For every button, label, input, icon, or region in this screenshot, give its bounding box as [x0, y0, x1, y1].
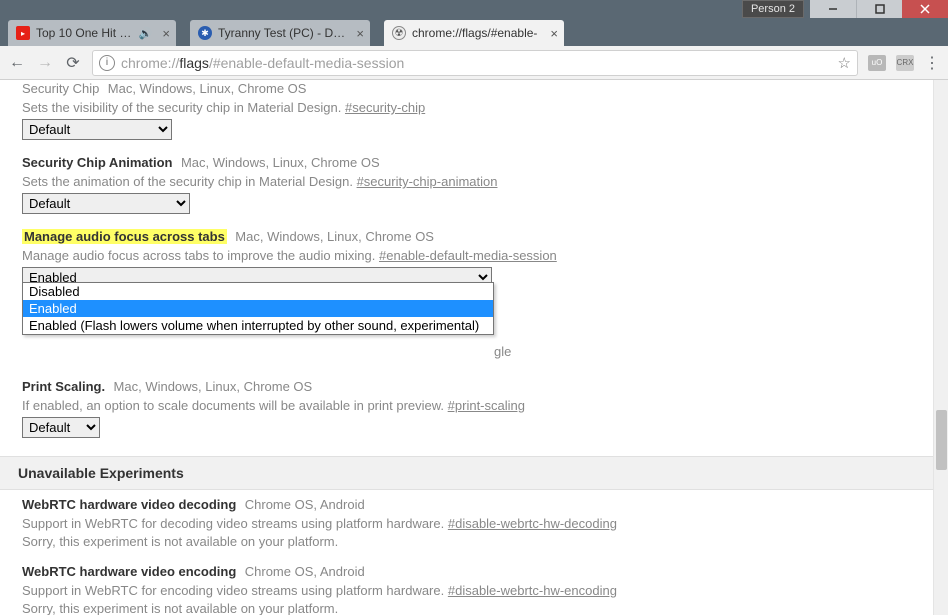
- dropdown-option[interactable]: Enabled: [23, 300, 493, 317]
- flag-platforms: Mac, Windows, Linux, Chrome OS: [114, 379, 313, 394]
- tab-close-icon[interactable]: ×: [356, 26, 364, 41]
- site-info-icon[interactable]: i: [99, 55, 115, 71]
- flag-security-chip-animation: Security Chip Animation Mac, Windows, Li…: [0, 148, 948, 222]
- flag-webrtc-hw-encoding: WebRTC hardware video encoding Chrome OS…: [0, 557, 948, 615]
- scrollbar-thumb[interactable]: [936, 410, 947, 470]
- flag-select-dropdown: Disabled Enabled Enabled (Flash lowers v…: [22, 282, 494, 335]
- flag-title: Security Chip Animation: [22, 155, 172, 170]
- flag-description: Manage audio focus across tabs to improv…: [22, 248, 934, 263]
- tab-strip: ▸ Top 10 One Hit Wond 🔊 × ✱ Tyranny Test…: [0, 18, 948, 46]
- flag-title: Print Scaling.: [22, 379, 105, 394]
- flag-platforms: Chrome OS, Android: [245, 564, 365, 579]
- reload-button[interactable]: ⟳: [64, 54, 82, 72]
- flag-enable-default-media-session: Manage audio focus across tabs Mac, Wind…: [0, 222, 948, 296]
- flag-print-scaling: Print Scaling. Mac, Windows, Linux, Chro…: [0, 372, 948, 446]
- extension-ublock-icon[interactable]: uO: [868, 55, 886, 71]
- extension-crx-icon[interactable]: CRX: [896, 55, 914, 71]
- maximize-button[interactable]: [856, 0, 902, 18]
- tab-0[interactable]: ▸ Top 10 One Hit Wond 🔊 ×: [8, 20, 176, 46]
- tab-2[interactable]: ☢ chrome://flags/#enable- ×: [384, 20, 564, 46]
- flag-platforms: Mac, Windows, Linux, Chrome OS: [181, 155, 380, 170]
- tab-title: Top 10 One Hit Wond: [36, 26, 135, 40]
- flag-anchor-link[interactable]: #print-scaling: [448, 398, 525, 413]
- flag-anchor-link[interactable]: #security-chip-animation: [357, 174, 498, 189]
- url-path: /#enable-default-media-session: [209, 55, 404, 71]
- flag-platforms: Mac, Windows, Linux, Chrome OS: [108, 81, 307, 96]
- flag-title: Manage audio focus across tabs: [22, 229, 227, 244]
- tab-title: chrome://flags/#enable-: [412, 26, 544, 40]
- page-content: Security Chip Mac, Windows, Linux, Chrom…: [0, 80, 948, 615]
- back-button[interactable]: ←: [8, 54, 26, 72]
- bookmark-star-icon[interactable]: ☆: [838, 54, 851, 72]
- flag-webrtc-hw-decoding: WebRTC hardware video decoding Chrome OS…: [0, 490, 948, 557]
- chrome-menu-icon[interactable]: ⋮: [924, 53, 940, 73]
- flag-unavailable-msg: Sorry, this experiment is not available …: [22, 601, 934, 615]
- toolbar: ← → ⟳ i chrome://flags/#enable-default-m…: [0, 46, 948, 80]
- flag-select[interactable]: Default: [22, 193, 190, 214]
- url-host: flags: [179, 55, 209, 71]
- flag-title: WebRTC hardware video encoding: [22, 564, 236, 579]
- flag-platforms: Chrome OS, Android: [245, 497, 365, 512]
- forward-button: →: [36, 54, 54, 72]
- flag-description: If enabled, an option to scale documents…: [22, 398, 934, 413]
- flag-select[interactable]: Default: [22, 417, 100, 438]
- address-bar[interactable]: i chrome://flags/#enable-default-media-s…: [92, 50, 858, 76]
- flag-description: Sets the visibility of the security chip…: [22, 100, 934, 115]
- flag-title: WebRTC hardware video decoding: [22, 497, 236, 512]
- scrollbar[interactable]: [933, 80, 948, 615]
- flag-description: Sets the animation of the security chip …: [22, 174, 934, 189]
- section-header-unavailable: Unavailable Experiments: [0, 456, 948, 490]
- flag-anchor-link[interactable]: #security-chip: [345, 100, 425, 115]
- flag-description-tail: gle: [494, 344, 934, 359]
- flag-description: Support in WebRTC for encoding video str…: [22, 583, 934, 598]
- audio-icon[interactable]: 🔊: [139, 27, 153, 40]
- tab-title: Tyranny Test (PC) - Das E: [218, 26, 350, 40]
- dropdown-option[interactable]: Enabled (Flash lowers volume when interr…: [23, 317, 493, 334]
- flag-platforms: Mac, Windows, Linux, Chrome OS: [235, 229, 434, 244]
- tab-close-icon[interactable]: ×: [550, 26, 558, 41]
- flag-description: Support in WebRTC for decoding video str…: [22, 516, 934, 531]
- close-button[interactable]: [902, 0, 948, 18]
- window-controls: [810, 0, 948, 18]
- flag-anchor-link[interactable]: #disable-webrtc-hw-encoding: [448, 583, 617, 598]
- tab-close-icon[interactable]: ×: [162, 26, 170, 41]
- window-titlebar: Person 2: [0, 0, 948, 18]
- flag-unavailable-msg: Sorry, this experiment is not available …: [22, 534, 934, 549]
- tab-1[interactable]: ✱ Tyranny Test (PC) - Das E ×: [190, 20, 370, 46]
- minimize-button[interactable]: [810, 0, 856, 18]
- flag-select[interactable]: Default: [22, 119, 172, 140]
- flag-security-chip: Security Chip Mac, Windows, Linux, Chrom…: [0, 80, 948, 148]
- flag-anchor-link[interactable]: #enable-default-media-session: [379, 248, 557, 263]
- url-scheme: chrome://: [121, 55, 179, 71]
- profile-badge[interactable]: Person 2: [742, 0, 804, 18]
- flag-title: Security Chip: [22, 81, 99, 96]
- dropdown-option[interactable]: Disabled: [23, 283, 493, 300]
- site-icon: ✱: [198, 26, 212, 40]
- flag-anchor-link[interactable]: #disable-webrtc-hw-decoding: [448, 516, 617, 531]
- flags-icon: ☢: [392, 26, 406, 40]
- youtube-icon: ▸: [16, 26, 30, 40]
